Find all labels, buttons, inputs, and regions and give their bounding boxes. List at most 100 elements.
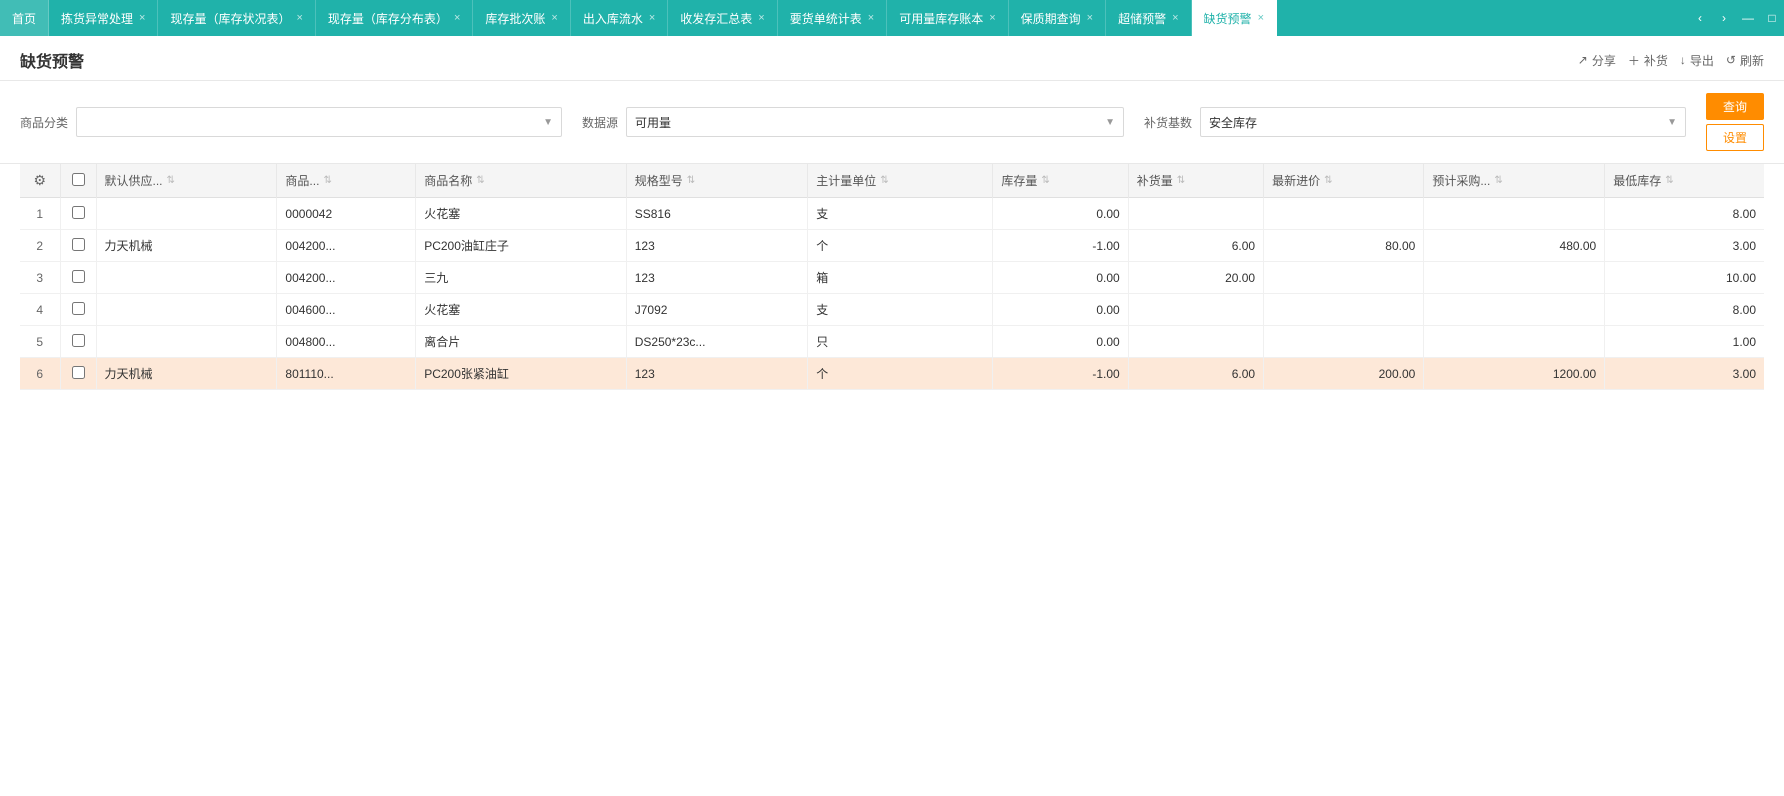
cell-checkbox-2[interactable]: [60, 262, 96, 294]
refresh-action[interactable]: ↺ 刷新: [1726, 52, 1764, 69]
tab-overstock[interactable]: 超储预警 ×: [1106, 0, 1191, 36]
tab-close-inventory-dist[interactable]: ×: [454, 12, 460, 24]
export-icon: ↓: [1680, 53, 1686, 67]
tab-label-inout-flow: 出入库流水: [583, 10, 643, 27]
tab-abnormal[interactable]: 拣货异常处理×: [49, 0, 158, 36]
datasource-select[interactable]: 可用量 ▼: [626, 107, 1124, 137]
tab-prev-btn[interactable]: ‹: [1688, 0, 1712, 36]
cell-product-name-0: 火花塞: [416, 198, 627, 230]
cell-checkbox-1[interactable]: [60, 230, 96, 262]
tab-inventory-dist[interactable]: 现存量（库存分布表）×: [316, 0, 473, 36]
tab-shortage[interactable]: 缺货预警×: [1192, 0, 1277, 36]
cell-unit-2: 箱: [808, 262, 993, 294]
tab-maximize-btn[interactable]: □: [1760, 0, 1784, 36]
tab-close-overstock[interactable]: ×: [1172, 12, 1178, 24]
tab-close-demand-stats[interactable]: ×: [868, 12, 874, 24]
datasource-select-value: 可用量: [635, 114, 671, 131]
table-row: 6 力天机械 801110... PC200张紧油缸 123 个 -1.00 6…: [20, 358, 1764, 390]
header-actions: ↗ 分享 ＋ 补货 ↓ 导出 ↺ 刷新: [1578, 52, 1764, 69]
export-action[interactable]: ↓ 导出: [1680, 52, 1714, 69]
shortage-table: ⚙ 默认供应...⇅ 商品...⇅ 商品名称⇅ 规格型号⇅: [20, 164, 1764, 390]
category-select[interactable]: ▼: [76, 107, 562, 137]
tab-available-ledger[interactable]: 可用量库存账本×: [887, 0, 1008, 36]
tab-close-inventory-status[interactable]: ×: [296, 12, 302, 24]
tab-close-expiry-query[interactable]: ×: [1087, 12, 1093, 24]
datasource-label: 数据源: [582, 114, 618, 131]
row-checkbox-1[interactable]: [72, 238, 85, 251]
th-settings[interactable]: ⚙: [20, 164, 60, 198]
page-title: 缺货预警: [20, 48, 84, 72]
th-unit: 主计量单位⇅: [808, 164, 993, 198]
tab-expiry-query[interactable]: 保质期查询×: [1009, 0, 1106, 36]
tab-demand-stats[interactable]: 要货单统计表×: [778, 0, 887, 36]
table-settings-icon[interactable]: ⚙: [33, 172, 46, 188]
datasource-dropdown-icon: ▼: [1105, 117, 1115, 128]
tab-close-inout-flow[interactable]: ×: [649, 12, 655, 24]
datasource-filter: 数据源 可用量 ▼: [582, 107, 1124, 137]
cell-spec-1: 123: [626, 230, 808, 262]
cell-replenish-qty-2: 20.00: [1128, 262, 1263, 294]
cell-replenish-qty-3: [1128, 294, 1263, 326]
row-checkbox-5[interactable]: [72, 366, 85, 379]
tab-close-receive-summary[interactable]: ×: [758, 12, 764, 24]
sort-supplier-icon[interactable]: ⇅: [167, 175, 175, 186]
sort-unit-icon[interactable]: ⇅: [880, 175, 888, 186]
sort-price-icon[interactable]: ⇅: [1324, 175, 1332, 186]
tab-close-available-ledger[interactable]: ×: [989, 12, 995, 24]
sort-stock-icon[interactable]: ⇅: [1041, 175, 1049, 186]
select-all-checkbox[interactable]: [72, 173, 85, 186]
replenish-action[interactable]: ＋ 补货: [1628, 52, 1668, 69]
cell-product-name-2: 三九: [416, 262, 627, 294]
export-label: 导出: [1690, 52, 1714, 69]
sort-est-icon[interactable]: ⇅: [1494, 175, 1502, 186]
sort-code-icon[interactable]: ⇅: [323, 175, 331, 186]
sort-min-icon[interactable]: ⇅: [1665, 175, 1673, 186]
tab-label-overstock: 超储预警: [1118, 10, 1166, 27]
main-content: 缺货预警 ↗ 分享 ＋ 补货 ↓ 导出 ↺ 刷新 商品分类: [0, 36, 1784, 796]
cell-latest-price-1: 80.00: [1264, 230, 1424, 262]
sort-replenish-icon[interactable]: ⇅: [1177, 175, 1185, 186]
settings-button[interactable]: 设置: [1706, 124, 1764, 151]
cell-spec-0: SS816: [626, 198, 808, 230]
share-action[interactable]: ↗ 分享: [1578, 52, 1616, 69]
cell-estimated-purchase-2: [1424, 262, 1605, 294]
tab-minimize-btn[interactable]: —: [1736, 0, 1760, 36]
tab-inout-flow[interactable]: 出入库流水 ×: [571, 0, 668, 36]
cell-stock-0: 0.00: [993, 198, 1128, 230]
cell-min-stock-0: 8.00: [1605, 198, 1764, 230]
share-icon: ↗: [1578, 53, 1588, 67]
cell-checkbox-3[interactable]: [60, 294, 96, 326]
cell-index-2: 3: [20, 262, 60, 294]
tab-home[interactable]: 首页: [0, 0, 49, 36]
cell-index-4: 5: [20, 326, 60, 358]
table-row: 3 004200... 三九 123 箱 0.00 20.00 10.00: [20, 262, 1764, 294]
tab-batch-account[interactable]: 库存批次账×: [473, 0, 570, 36]
tab-close-shortage[interactable]: ×: [1258, 12, 1264, 24]
cell-spec-3: J7092: [626, 294, 808, 326]
tab-receive-summary[interactable]: 收发存汇总表×: [668, 0, 777, 36]
cell-product-code-5: 801110...: [277, 358, 416, 390]
row-checkbox-0[interactable]: [72, 206, 85, 219]
row-checkbox-2[interactable]: [72, 270, 85, 283]
replenish-basis-select[interactable]: 安全库存 ▼: [1200, 107, 1686, 137]
row-checkbox-4[interactable]: [72, 334, 85, 347]
query-button[interactable]: 查询: [1706, 93, 1764, 120]
table-row: 4 004600... 火花塞 J7092 支 0.00 8.00: [20, 294, 1764, 326]
tab-close-batch-account[interactable]: ×: [551, 12, 557, 24]
replenish-basis-dropdown-icon: ▼: [1667, 117, 1677, 128]
cell-checkbox-0[interactable]: [60, 198, 96, 230]
th-checkbox[interactable]: [60, 164, 96, 198]
cell-product-name-4: 离合片: [416, 326, 627, 358]
tab-bar: 首页拣货异常处理×现存量（库存状况表）×现存量（库存分布表）×库存批次账×出入库…: [0, 0, 1784, 36]
tab-close-abnormal[interactable]: ×: [139, 12, 145, 24]
row-checkbox-3[interactable]: [72, 302, 85, 315]
tab-next-btn[interactable]: ›: [1712, 0, 1736, 36]
sort-spec-icon[interactable]: ⇅: [687, 175, 695, 186]
cell-checkbox-4[interactable]: [60, 326, 96, 358]
tab-inventory-status[interactable]: 现存量（库存状况表）×: [158, 0, 315, 36]
cell-product-name-1: PC200油缸庄子: [416, 230, 627, 262]
cell-estimated-purchase-0: [1424, 198, 1605, 230]
cell-stock-1: -1.00: [993, 230, 1128, 262]
sort-name-icon[interactable]: ⇅: [476, 175, 484, 186]
cell-checkbox-5[interactable]: [60, 358, 96, 390]
